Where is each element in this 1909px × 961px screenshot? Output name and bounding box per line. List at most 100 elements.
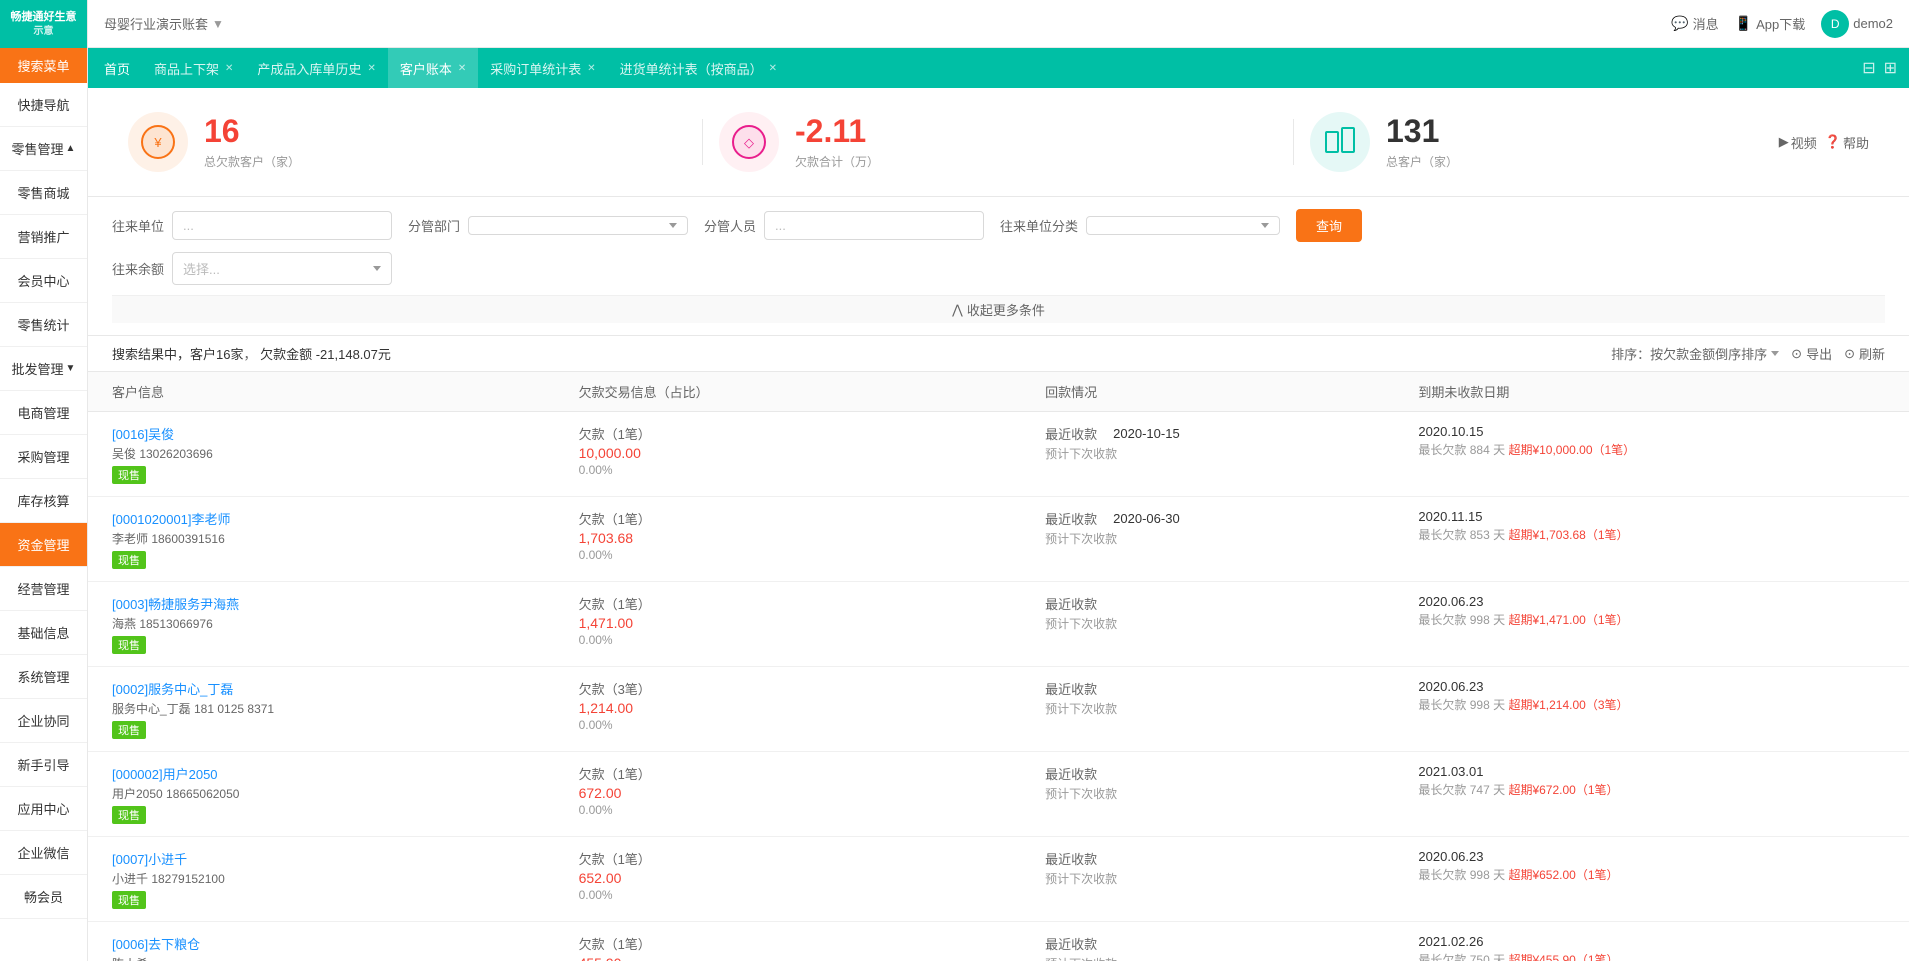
user-menu-button[interactable]: D demo2 — [1821, 10, 1893, 38]
sidebar-item-purchase-mgmt[interactable]: 采购管理 — [0, 435, 87, 479]
tab-customer-account[interactable]: 客户账本 ✕ — [388, 48, 478, 88]
tab-close-customer-account[interactable]: ✕ — [458, 63, 466, 74]
customer-name-link-0[interactable]: [0016]吴俊 — [112, 427, 174, 442]
debt-amount-1[interactable]: 1,703.68 — [579, 530, 1046, 546]
tab-stock-stats[interactable]: 进货单统计表（按商品） ✕ — [608, 48, 789, 88]
debt-amount-6[interactable]: 455.90 — [579, 955, 1046, 961]
help-button[interactable]: ❓ 帮助 — [1825, 133, 1869, 152]
table-container: 客户信息 欠款交易信息（占比） 回款情况 到期未收款日期 [0016]吴俊 吴俊… — [88, 372, 1909, 961]
search-menu-button[interactable]: 搜索菜单 — [0, 48, 87, 83]
tab-purchase-stats[interactable]: 采购订单统计表 ✕ — [478, 48, 607, 88]
video-icon: ▶ — [1779, 134, 1789, 150]
debt-count-1: 欠款（1笔） — [579, 509, 1046, 528]
debt-count-0: 欠款（1笔） — [579, 424, 1046, 443]
overdue-amount-5[interactable]: 超期¥652.00（1笔） — [1508, 868, 1618, 882]
sidebar-item-enterprise-wx[interactable]: 企业微信 — [0, 831, 87, 875]
sidebar-item-finance[interactable]: 资金管理 — [0, 523, 87, 567]
filter-balance-select[interactable]: 选择... — [172, 252, 392, 285]
debt-amount-2[interactable]: 1,471.00 — [579, 615, 1046, 631]
overdue-amount-4[interactable]: 超期¥672.00（1笔） — [1508, 783, 1618, 797]
debt-amount-3[interactable]: 1,214.00 — [579, 700, 1046, 716]
debt-count-2: 欠款（1笔） — [579, 594, 1046, 613]
topbar-right: 💬 消息 📱 App下载 D demo2 — [1671, 10, 1893, 38]
filter-dept-select[interactable] — [468, 216, 688, 235]
sort-select[interactable]: 排序：按欠款金额倒序排序 — [1611, 344, 1779, 363]
tab-close-purchase-stats[interactable]: ✕ — [587, 63, 595, 74]
search-button[interactable]: 查询 — [1296, 209, 1362, 242]
sidebar-item-quick-nav[interactable]: 快捷导航 — [0, 83, 87, 127]
tab-close-products-history[interactable]: ✕ — [367, 63, 375, 74]
topbar-dropdown-icon[interactable]: ▼ — [212, 17, 224, 31]
sidebar-item-batch-mgmt[interactable]: 批发管理 ▼ — [0, 347, 87, 391]
filter-person-label: 分管人员 — [704, 216, 756, 235]
tab-window-collapse-icon[interactable]: ⊟ — [1862, 58, 1875, 78]
sidebar-item-ops-mgmt[interactable]: 经营管理 — [0, 567, 87, 611]
customer-name-link-1[interactable]: [0001020001]李老师 — [112, 512, 231, 527]
filter-source-unit-class: 往来单位分类 — [1000, 216, 1280, 235]
sidebar-item-retail-mgmt[interactable]: 零售管理 ▲ — [0, 127, 87, 171]
debt-percent-3: 0.00% — [579, 718, 1046, 732]
customer-name-link-4[interactable]: [000002]用户2050 — [112, 767, 218, 782]
col-header-customer: 客户信息 — [112, 382, 579, 401]
sidebar-item-guide[interactable]: 新手引导 — [0, 743, 87, 787]
topbar: 母婴行业演示账套 ▼ 💬 消息 📱 App下载 D demo2 — [88, 0, 1909, 48]
recovery-cell-0: 最近收款 2020-10-15 预计下次收款 — [1045, 424, 1418, 462]
debt-amount-5[interactable]: 652.00 — [579, 870, 1046, 886]
overdue-amount-3[interactable]: 超期¥1,214.00（3笔） — [1508, 698, 1628, 712]
overdue-days-1: 最长欠款 853 天 超期¥1,703.68（1笔） — [1418, 526, 1885, 543]
recovery-next-0: 预计下次收款 — [1045, 445, 1418, 462]
tab-products-offline[interactable]: 商品上下架 ✕ — [142, 48, 245, 88]
debt-amount-0[interactable]: 10,000.00 — [579, 445, 1046, 461]
table-row: [000002]用户2050 用户2050 18665062050 现售 欠款（… — [88, 752, 1909, 837]
filter-person-input[interactable]: ... — [764, 211, 984, 240]
results-bar: 搜索结果中，客户16家， 欠款金额 -21,148.07元 排序：按欠款金额倒序… — [88, 336, 1909, 372]
debt-percent-5: 0.00% — [579, 888, 1046, 902]
message-button[interactable]: 💬 消息 — [1671, 14, 1718, 33]
col-header-debt: 欠款交易信息（占比） — [579, 382, 1046, 401]
filter-source-unit-class-select[interactable] — [1086, 216, 1280, 235]
sidebar-item-marketing[interactable]: 营销推广 — [0, 215, 87, 259]
customer-name-link-5[interactable]: [0007]小进千 — [112, 852, 187, 867]
collapse-filters-button[interactable]: ⋀ 收起更多条件 — [112, 295, 1885, 323]
recovery-next-4: 预计下次收款 — [1045, 785, 1418, 802]
overdue-date-5: 2020.06.23 — [1418, 849, 1885, 864]
video-button[interactable]: ▶ 视频 — [1779, 133, 1817, 152]
refresh-button[interactable]: ⊙ 刷新 — [1844, 344, 1885, 363]
results-actions: 排序：按欠款金额倒序排序 ⊙ 导出 ⊙ 刷新 — [1611, 344, 1885, 363]
tab-home[interactable]: 首页 — [92, 48, 142, 88]
sidebar-item-app-center[interactable]: 应用中心 — [0, 787, 87, 831]
sidebar-item-vip[interactable]: 畅会员 — [0, 875, 87, 919]
stat-label-debt-customers: 总欠款客户（家） — [204, 153, 300, 170]
sidebar-item-system[interactable]: 系统管理 — [0, 655, 87, 699]
overdue-amount-1[interactable]: 超期¥1,703.68（1笔） — [1508, 528, 1628, 542]
customer-cell-1: [0001020001]李老师 李老师 18600391516 现售 — [112, 509, 579, 569]
overdue-amount-0[interactable]: 超期¥10,000.00（1笔） — [1508, 443, 1635, 457]
debt-amount-4[interactable]: 672.00 — [579, 785, 1046, 801]
customer-tag-1: 现售 — [112, 551, 146, 569]
app-download-button[interactable]: 📱 App下载 — [1735, 14, 1806, 33]
overdue-date-0: 2020.10.15 — [1418, 424, 1885, 439]
overdue-date-3: 2020.06.23 — [1418, 679, 1885, 694]
filter-source-unit-input[interactable]: ... — [172, 211, 392, 240]
tab-products-history[interactable]: 产成品入库单历史 ✕ — [245, 48, 387, 88]
sidebar-item-retail-stats[interactable]: 零售统计 — [0, 303, 87, 347]
filter-dept: 分管部门 — [408, 216, 688, 235]
customer-name-link-2[interactable]: [0003]畅捷服务尹海燕 — [112, 597, 239, 612]
tab-close-stock-stats[interactable]: ✕ — [769, 63, 777, 74]
tab-close-products-offline[interactable]: ✕ — [225, 63, 233, 74]
sidebar-item-retail-mall[interactable]: 零售商城 — [0, 171, 87, 215]
customer-name-link-3[interactable]: [0002]服务中心_丁磊 — [112, 682, 233, 697]
sidebar-item-ecommerce[interactable]: 电商管理 — [0, 391, 87, 435]
tab-window-expand-icon[interactable]: ⊞ — [1884, 58, 1897, 78]
customer-name-link-6[interactable]: [0006]去下粮仓 — [112, 937, 200, 952]
export-button[interactable]: ⊙ 导出 — [1791, 344, 1832, 363]
overdue-amount-6[interactable]: 超期¥455.90（1笔） — [1508, 953, 1618, 961]
sidebar-item-member[interactable]: 会员中心 — [0, 259, 87, 303]
table-row: [0007]小进千 小进千 18279152100 现售 欠款（1笔） 652.… — [88, 837, 1909, 922]
stats-bar: ¥ 16 总欠款客户（家） ◇ -2.11 欠款合计（ — [88, 88, 1909, 197]
overdue-amount-2[interactable]: 超期¥1,471.00（1笔） — [1508, 613, 1628, 627]
sidebar-item-enterprise[interactable]: 企业协同 — [0, 699, 87, 743]
sidebar-item-inventory[interactable]: 库存核算 — [0, 479, 87, 523]
sidebar-item-basic-info[interactable]: 基础信息 — [0, 611, 87, 655]
customer-phone-0: 吴俊 13026203696 — [112, 445, 579, 462]
